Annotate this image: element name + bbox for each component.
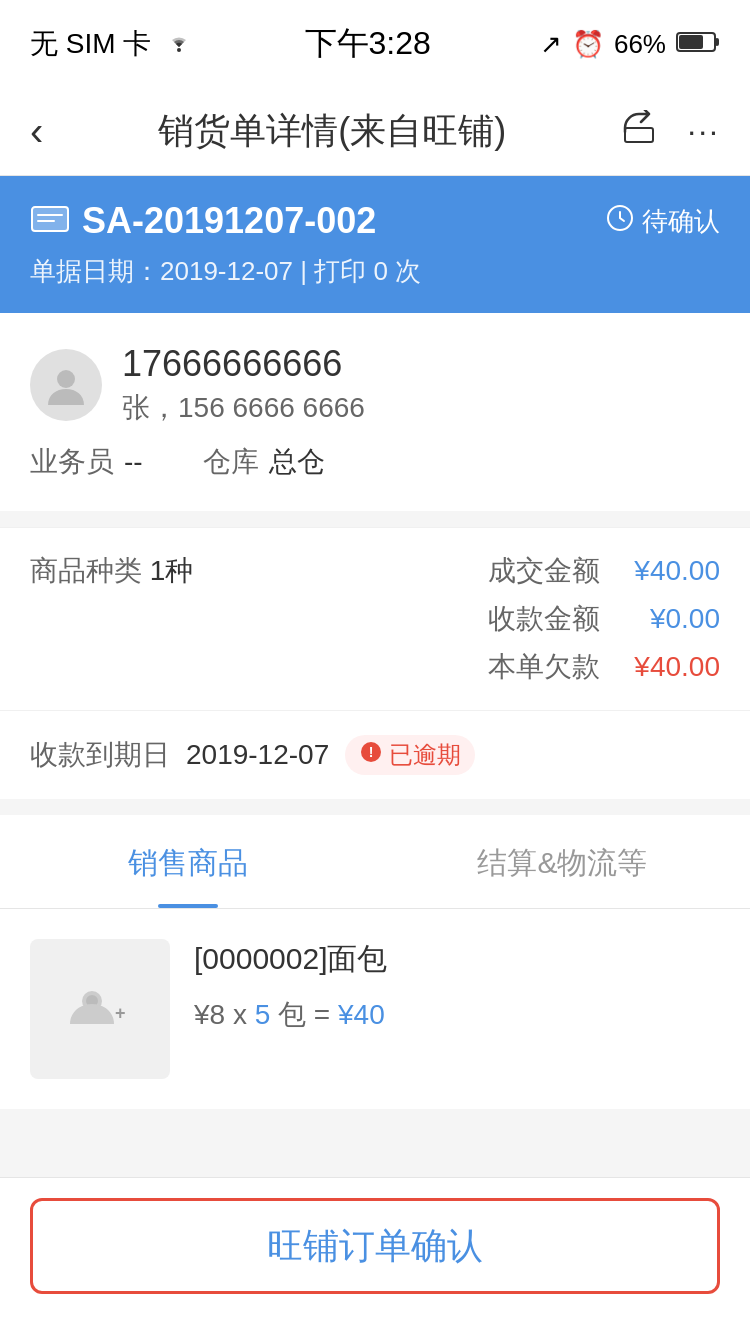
salesperson-item: 业务员 -- xyxy=(30,443,143,481)
unit-value: 包 xyxy=(278,999,306,1030)
owed-amount-value: ¥40.00 xyxy=(620,651,720,683)
customer-phone: 17666666666 xyxy=(122,343,365,385)
receipt-amount-label: 收款金额 xyxy=(488,600,600,638)
product-name: [0000002]面包 xyxy=(194,939,720,980)
order-header-card: SA-20191207-002 待确认 单据日期：2019-12-07 | 打印… xyxy=(0,176,750,313)
warehouse-item: 仓库 总仓 xyxy=(203,443,325,481)
product-type: 商品种类 1种 xyxy=(30,552,488,686)
status-right: ↗ ⏰ 66% xyxy=(540,29,720,60)
order-date: 单据日期：2019-12-07 | 打印 0 次 xyxy=(30,254,720,289)
location-icon: ↗ xyxy=(540,29,562,60)
salesperson-label: 业务员 xyxy=(30,443,114,481)
meta-row: 业务员 -- 仓库 总仓 xyxy=(30,443,720,481)
share-icon[interactable] xyxy=(621,110,657,154)
equals-sign: = xyxy=(314,999,338,1030)
amounts-grid: 商品种类 1种 成交金额 ¥40.00 收款金额 ¥0.00 本单欠款 ¥40.… xyxy=(30,552,720,686)
page-title: 销货单详情(来自旺铺) xyxy=(158,107,506,156)
customer-name: 张，156 6666 6666 xyxy=(122,389,365,427)
product-item: + [0000002]面包 ¥8 x 5 包 = ¥40 xyxy=(30,939,720,1079)
deal-amount-label: 成交金额 xyxy=(488,552,600,590)
customer-row: 17666666666 张，156 6666 6666 xyxy=(30,343,720,427)
due-date-section: 收款到期日 2019-12-07 ! 已逾期 xyxy=(0,710,750,799)
svg-text:!: ! xyxy=(369,744,374,760)
status-left: 无 SIM 卡 xyxy=(30,25,195,63)
product-price: ¥8 x 5 包 = ¥40 xyxy=(194,996,720,1034)
warehouse-label: 仓库 xyxy=(203,443,259,481)
more-icon[interactable]: ··· xyxy=(687,113,720,150)
tabs-section: 销售商品 结算&物流等 xyxy=(0,815,750,909)
svg-rect-2 xyxy=(715,38,719,46)
owed-amount-label: 本单欠款 xyxy=(488,648,600,686)
total-value: ¥40 xyxy=(338,999,385,1030)
warehouse-value: 总仓 xyxy=(269,443,325,481)
clock-icon xyxy=(606,204,634,239)
nav-icons: ··· xyxy=(621,110,720,154)
quantity-value: 5 xyxy=(255,999,271,1030)
svg-rect-3 xyxy=(679,35,703,49)
svg-point-0 xyxy=(177,48,181,52)
back-button[interactable]: ‹ xyxy=(30,109,43,154)
overdue-icon: ! xyxy=(359,740,383,770)
price-value: ¥8 xyxy=(194,999,225,1030)
battery-label: 66% xyxy=(614,29,666,60)
status-time: 下午3:28 xyxy=(305,22,431,66)
multiply-sign: x xyxy=(233,999,255,1030)
nav-bar: ‹ 销货单详情(来自旺铺) ··· xyxy=(0,88,750,176)
tabs-row: 销售商品 结算&物流等 xyxy=(0,815,750,909)
salesperson-value: -- xyxy=(124,446,143,478)
due-date-value: 2019-12-07 xyxy=(186,739,329,771)
product-image: + xyxy=(30,939,170,1079)
confirm-order-button[interactable]: 旺铺订单确认 xyxy=(30,1198,720,1294)
wifi-icon xyxy=(163,28,195,60)
tab-settlement-logistics[interactable]: 结算&物流等 xyxy=(375,815,750,908)
receipt-amount-value: ¥0.00 xyxy=(620,603,720,635)
deal-amount-row: 成交金额 ¥40.00 xyxy=(488,552,720,590)
battery-icon xyxy=(676,29,720,60)
order-icon xyxy=(30,200,70,242)
svg-text:+: + xyxy=(115,1003,126,1023)
avatar xyxy=(30,349,102,421)
order-status: 待确认 xyxy=(606,204,720,239)
product-section: + [0000002]面包 ¥8 x 5 包 = ¥40 xyxy=(0,909,750,1109)
status-bar: 无 SIM 卡 下午3:28 ↗ ⏰ 66% xyxy=(0,0,750,88)
alarm-icon: ⏰ xyxy=(572,29,604,60)
amounts-section: 商品种类 1种 成交金额 ¥40.00 收款金额 ¥0.00 本单欠款 ¥40.… xyxy=(0,527,750,710)
order-id: SA-20191207-002 xyxy=(30,200,376,242)
product-type-value: 1种 xyxy=(150,555,194,586)
deal-amount-value: ¥40.00 xyxy=(620,555,720,587)
svg-rect-5 xyxy=(32,207,68,231)
customer-info-section: 17666666666 张，156 6666 6666 业务员 -- 仓库 总仓 xyxy=(0,313,750,511)
overdue-label: 已逾期 xyxy=(389,739,461,771)
svg-point-7 xyxy=(57,370,75,388)
product-info: [0000002]面包 ¥8 x 5 包 = ¥40 xyxy=(194,939,720,1034)
overdue-badge: ! 已逾期 xyxy=(345,735,475,775)
tab-sales-product[interactable]: 销售商品 xyxy=(0,815,375,908)
order-header-top: SA-20191207-002 待确认 xyxy=(30,200,720,242)
svg-rect-4 xyxy=(625,128,653,142)
due-date-label: 收款到期日 xyxy=(30,736,170,774)
customer-details: 17666666666 张，156 6666 6666 xyxy=(122,343,365,427)
receipt-amount-row: 收款金额 ¥0.00 xyxy=(488,600,720,638)
bottom-bar: 旺铺订单确认 xyxy=(0,1177,750,1334)
amounts-right: 成交金额 ¥40.00 收款金额 ¥0.00 本单欠款 ¥40.00 xyxy=(488,552,720,686)
owed-amount-row: 本单欠款 ¥40.00 xyxy=(488,648,720,686)
carrier-label: 无 SIM 卡 xyxy=(30,25,151,63)
